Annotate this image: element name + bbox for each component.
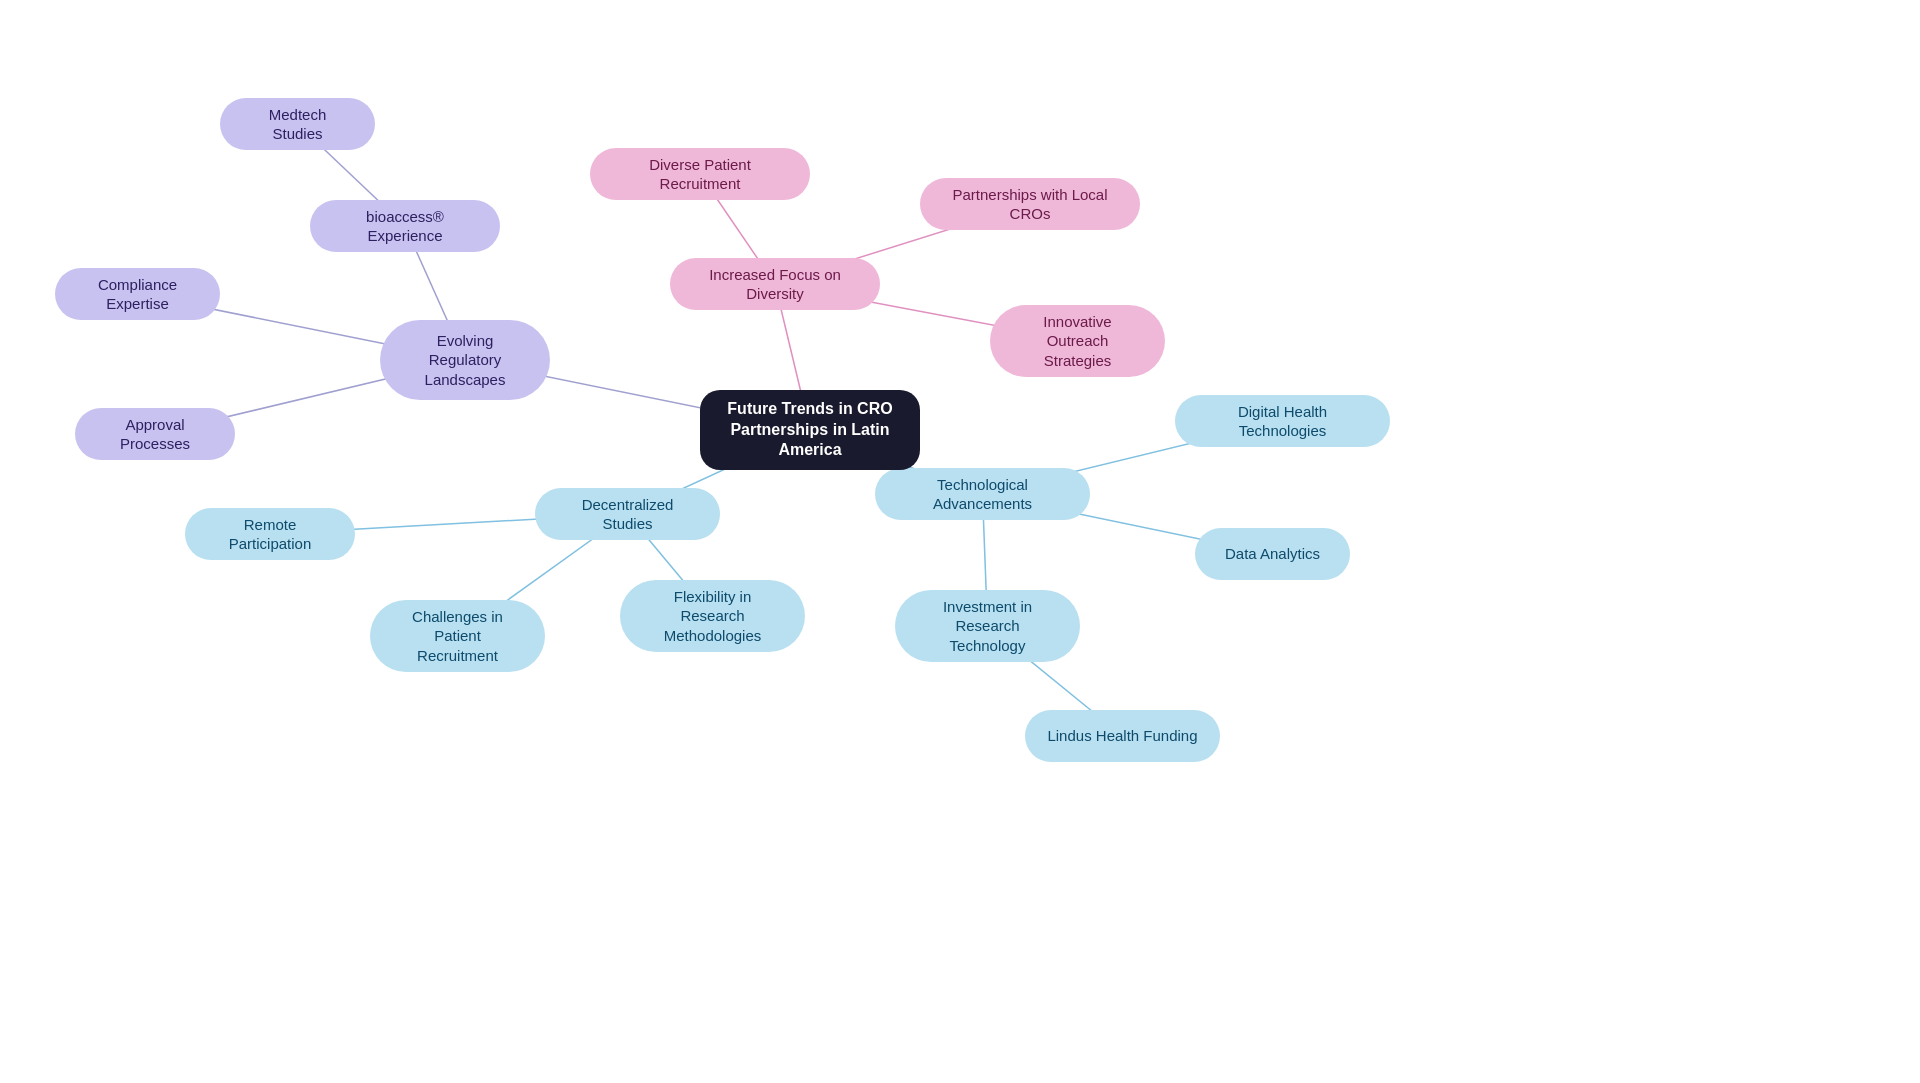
node-increased_focus: Increased Focus on Diversity	[670, 258, 880, 310]
node-challenges: Challenges in Patient Recruitment	[370, 600, 545, 672]
node-investment: Investment in Research Technology	[895, 590, 1080, 662]
node-medtech: Medtech Studies	[220, 98, 375, 150]
mindmap-container: Evolving Regulatory Landscapes bioaccess®…	[0, 0, 1920, 1083]
node-remote: Remote Participation	[185, 508, 355, 560]
node-approval: Approval Processes	[75, 408, 235, 460]
node-evolving_regulatory: Evolving Regulatory Landscapes	[380, 320, 550, 400]
node-lindus: Lindus Health Funding	[1025, 710, 1220, 762]
node-bioaccess: bioaccess® Experience	[310, 200, 500, 252]
node-technological: Technological Advancements	[875, 468, 1090, 520]
node-digital_health: Digital Health Technologies	[1175, 395, 1390, 447]
node-flexibility: Flexibility in Research Methodologies	[620, 580, 805, 652]
node-decentralized: Decentralized Studies	[535, 488, 720, 540]
node-diverse_patient: Diverse Patient Recruitment	[590, 148, 810, 200]
node-innovative_outreach: Innovative Outreach Strategies	[990, 305, 1165, 377]
node-compliance: Compliance Expertise	[55, 268, 220, 320]
node-partnerships: Partnerships with Local CROs	[920, 178, 1140, 230]
node-center: Future Trends in CRO Partnerships in Lat…	[700, 390, 920, 470]
node-data_analytics: Data Analytics	[1195, 528, 1350, 580]
